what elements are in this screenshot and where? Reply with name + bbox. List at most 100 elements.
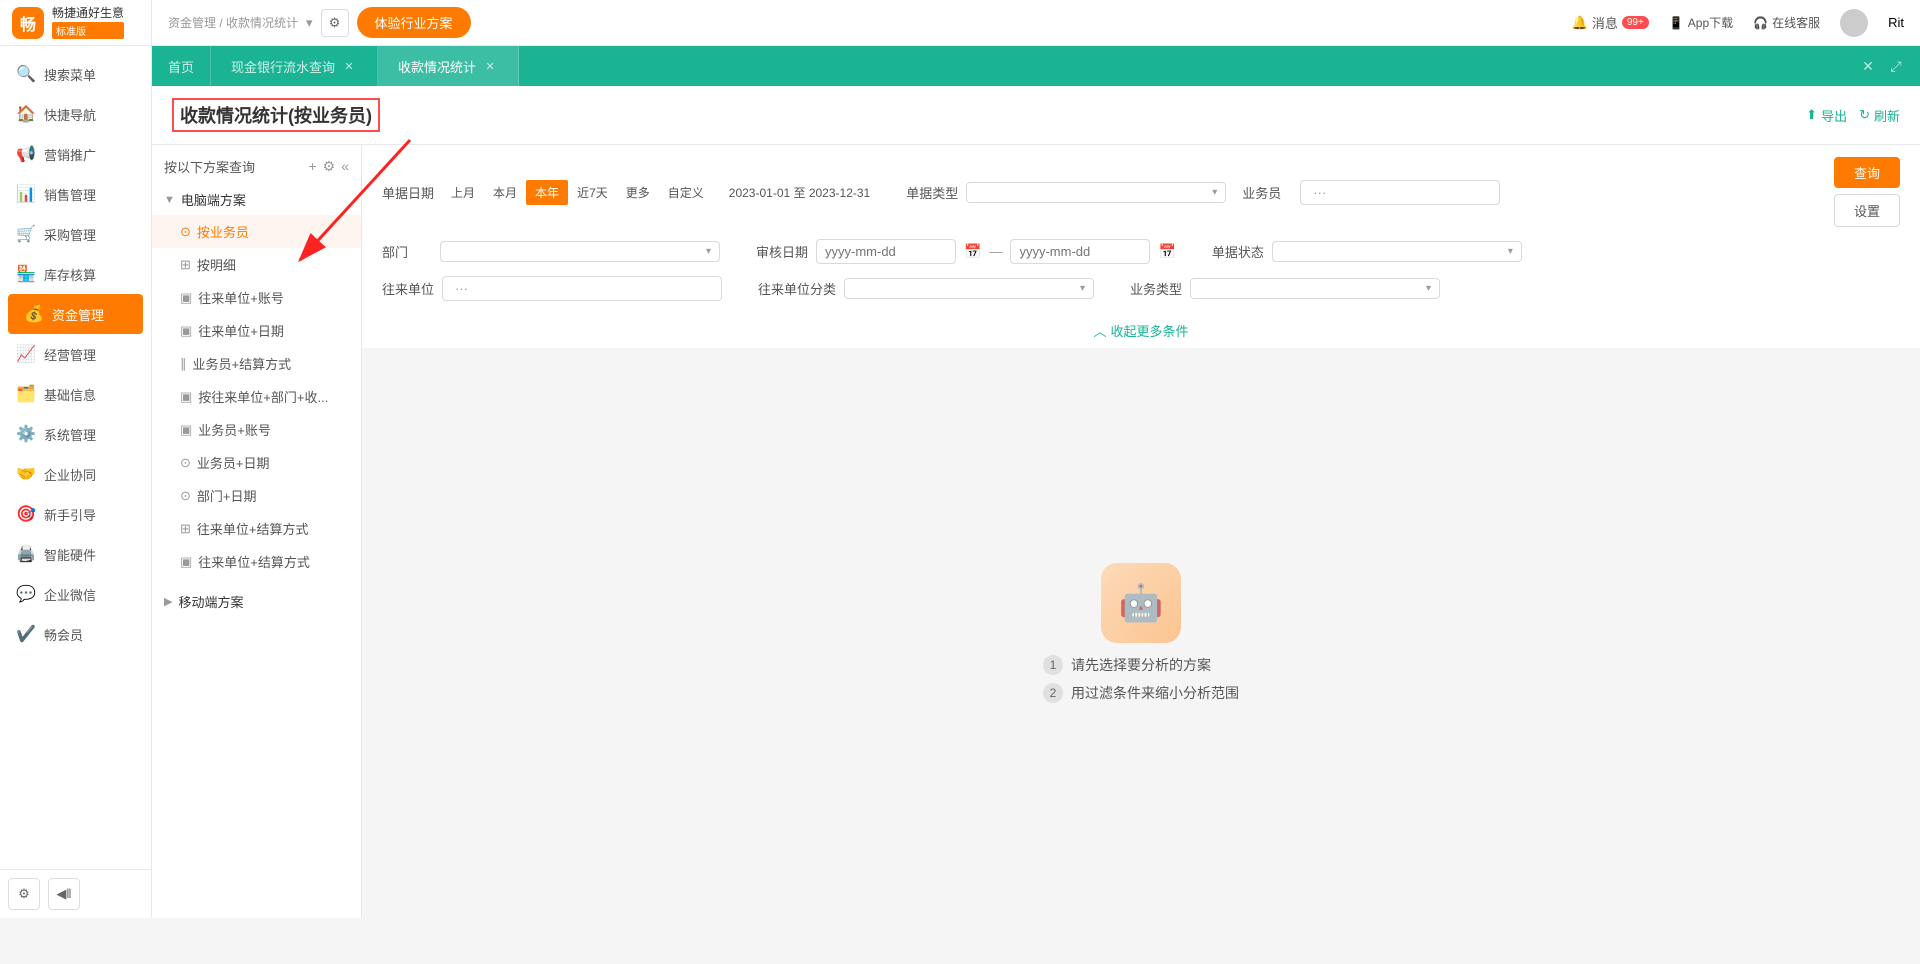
- tab-maximize[interactable]: ⤢: [1884, 54, 1908, 78]
- sidebar-item-purchase[interactable]: 🛒 采购管理: [0, 214, 151, 254]
- step-label-2: 用过滤条件来缩小分析范围: [1071, 683, 1239, 703]
- scheme-settings-btn[interactable]: ⚙: [323, 158, 336, 175]
- guide-icon: 🎯: [16, 504, 36, 524]
- salesman-select[interactable]: ···: [1300, 180, 1500, 205]
- tab-bank[interactable]: 现金银行流水查询 ✕: [211, 46, 378, 86]
- scheme-item-label-8: 部门+日期: [197, 486, 257, 505]
- mobile-group-header[interactable]: ▶ 移动端方案: [152, 586, 361, 617]
- sidebar-item-system[interactable]: ⚙️ 系统管理: [0, 414, 151, 454]
- biztype-select[interactable]: ▾: [1190, 278, 1440, 299]
- scheme-item-detail[interactable]: ⊞ 按明细: [152, 248, 361, 281]
- sidebar-item-guide[interactable]: 🎯 新手引导: [0, 494, 151, 534]
- scheme-item-dept-date[interactable]: ⊙ 部门+日期: [152, 479, 361, 512]
- user-avatar[interactable]: [1840, 9, 1868, 37]
- salesman-more[interactable]: ···: [1313, 185, 1326, 200]
- review-date-end[interactable]: [1010, 239, 1150, 264]
- export-button[interactable]: ⬆ 导出: [1806, 106, 1847, 125]
- scheme-item-icon-10: ▣: [180, 554, 192, 570]
- docstatus-select[interactable]: ▾: [1272, 241, 1522, 262]
- scheme-collapse-btn[interactable]: «: [341, 158, 349, 175]
- scheme-item-icon-7: ⊙: [180, 455, 191, 471]
- sidebar-item-basic[interactable]: 🗂️ 基础信息: [0, 374, 151, 414]
- filter-collapse-btn[interactable]: ︿ 收起更多条件: [382, 313, 1900, 348]
- calendar-start-icon[interactable]: 📅: [964, 243, 981, 260]
- sidebar-item-sales[interactable]: 📊 销售管理: [0, 174, 151, 214]
- export-icon: ⬆: [1806, 107, 1817, 123]
- scheme-item-unit-dept[interactable]: ▣ 按往来单位+部门+收...: [152, 380, 361, 413]
- sidebar-item-operations[interactable]: 📈 经营管理: [0, 334, 151, 374]
- online-service-label: 在线客服: [1772, 14, 1820, 31]
- scheme-item-salesman-date[interactable]: ⊙ 业务员+日期: [152, 446, 361, 479]
- tab-bank-label: 现金银行流水查询: [231, 57, 335, 76]
- query-button[interactable]: 查询: [1834, 157, 1900, 188]
- counterpart-select[interactable]: ···: [442, 276, 722, 301]
- sidebar-item-label: 企业协同: [44, 465, 96, 484]
- refresh-icon: ↻: [1859, 107, 1870, 123]
- sidebar-item-wechat[interactable]: 💬 企业微信: [0, 574, 151, 614]
- sidebar-item-finance[interactable]: 💰 资金管理: [8, 294, 143, 334]
- breadcrumb-dropdown[interactable]: ▾: [306, 15, 313, 31]
- notification-area[interactable]: 🔔 消息 99+: [1572, 13, 1649, 32]
- dept-arrow: ▾: [706, 246, 711, 257]
- service-icon: 🎧: [1753, 16, 1768, 30]
- filter-row-3: 往来单位 ··· 往来单位分类 ▾ 业务类型: [382, 276, 1900, 301]
- dept-select[interactable]: ▾: [440, 241, 720, 262]
- calendar-end-icon[interactable]: 📅: [1158, 243, 1175, 260]
- empty-steps: 1 请先选择要分析的方案 2 用过滤条件来缩小分析范围: [1043, 655, 1239, 703]
- doctype-select[interactable]: ▾: [966, 182, 1226, 203]
- scheme-item-label-7: 业务员+日期: [197, 453, 270, 472]
- tab-home[interactable]: 首页: [152, 46, 211, 86]
- date-tab-7days[interactable]: 近7天: [568, 180, 617, 205]
- mobile-group-label: 移动端方案: [178, 592, 243, 611]
- tab-close-all[interactable]: ✕: [1856, 54, 1880, 78]
- marketing-icon: 📢: [16, 144, 36, 164]
- scheme-item-unit-date[interactable]: ▣ 往来单位+日期: [152, 314, 361, 347]
- date-tab-lastmonth[interactable]: 上月: [442, 180, 484, 205]
- desktop-group-label: 电脑端方案: [181, 190, 246, 209]
- sidebar-item-label: 畅会员: [44, 625, 83, 644]
- settings-button[interactable]: 设置: [1834, 194, 1900, 227]
- sidebar-item-quicknav[interactable]: 🏠 快捷导航: [0, 94, 151, 134]
- scheme-item-unit-settlement2[interactable]: ▣ 往来单位+结算方式: [152, 545, 361, 578]
- date-tab-thisyear[interactable]: 本年: [526, 180, 568, 205]
- sidebar-item-enterprise[interactable]: 🤝 企业协同: [0, 454, 151, 494]
- settings-icon[interactable]: ⚙: [321, 9, 349, 37]
- add-scheme-btn[interactable]: +: [308, 158, 316, 175]
- date-tab-custom[interactable]: 自定义: [659, 180, 713, 205]
- scheme-item-salesman[interactable]: ⊙ 按业务员: [152, 215, 361, 248]
- settings-bottom-btn[interactable]: ⚙: [8, 878, 40, 910]
- scheme-item-unit-settlement1[interactable]: ⊞ 往来单位+结算方式: [152, 512, 361, 545]
- tab-collection-close[interactable]: ✕: [482, 58, 498, 74]
- desktop-group-header[interactable]: ▼ 电脑端方案: [152, 184, 361, 215]
- sidebar-item-marketing[interactable]: 📢 营销推广: [0, 134, 151, 174]
- tab-bank-close[interactable]: ✕: [341, 58, 357, 74]
- trial-button[interactable]: 体验行业方案: [357, 7, 471, 38]
- empty-step-2: 2 用过滤条件来缩小分析范围: [1043, 683, 1239, 703]
- scheme-item-salesman-account[interactable]: ▣ 业务员+账号: [152, 413, 361, 446]
- date-tab-more[interactable]: 更多: [617, 180, 659, 205]
- scheme-item-unit-account[interactable]: ▣ 往来单位+账号: [152, 281, 361, 314]
- sidebar-item-inventory[interactable]: 🏪 库存核算: [0, 254, 151, 294]
- quicknav-icon: 🏠: [16, 104, 36, 124]
- scheme-group-mobile: ▶ 移动端方案: [152, 586, 361, 625]
- sidebar-item-search[interactable]: 🔍 搜索菜单: [0, 54, 151, 94]
- review-date-start[interactable]: [816, 239, 956, 264]
- tab-collection[interactable]: 收款情况统计 ✕: [378, 46, 519, 86]
- sidebar-item-hardware[interactable]: 🖨️ 智能硬件: [0, 534, 151, 574]
- purchase-icon: 🛒: [16, 224, 36, 244]
- sidebar-item-member[interactable]: ✔️ 畅会员: [0, 614, 151, 654]
- scheme-item-salesman-payment[interactable]: ∥ 业务员+结算方式: [152, 347, 361, 380]
- collapse-btn[interactable]: ◀‖: [48, 878, 80, 910]
- filter-area: 单据日期 上月 本月 本年 近7天 更多 自定义 2023-01-01 至 20…: [362, 145, 1920, 918]
- empty-step-1: 1 请先选择要分析的方案: [1043, 655, 1239, 675]
- app-download[interactable]: 📱 App下载: [1669, 14, 1733, 31]
- category-select[interactable]: ▾: [844, 278, 1094, 299]
- counterpart-more[interactable]: ···: [455, 281, 468, 296]
- refresh-button[interactable]: ↻ 刷新: [1859, 106, 1900, 125]
- docstatus-arrow: ▾: [1508, 246, 1513, 257]
- online-service[interactable]: 🎧 在线客服: [1753, 14, 1820, 31]
- sidebar-item-label: 新手引导: [44, 505, 96, 524]
- sidebar-item-label: 企业微信: [44, 585, 96, 604]
- date-tab-thismonth[interactable]: 本月: [484, 180, 526, 205]
- filter-row-2: 部门 ▾ 审核日期 📅 — 📅: [382, 239, 1900, 264]
